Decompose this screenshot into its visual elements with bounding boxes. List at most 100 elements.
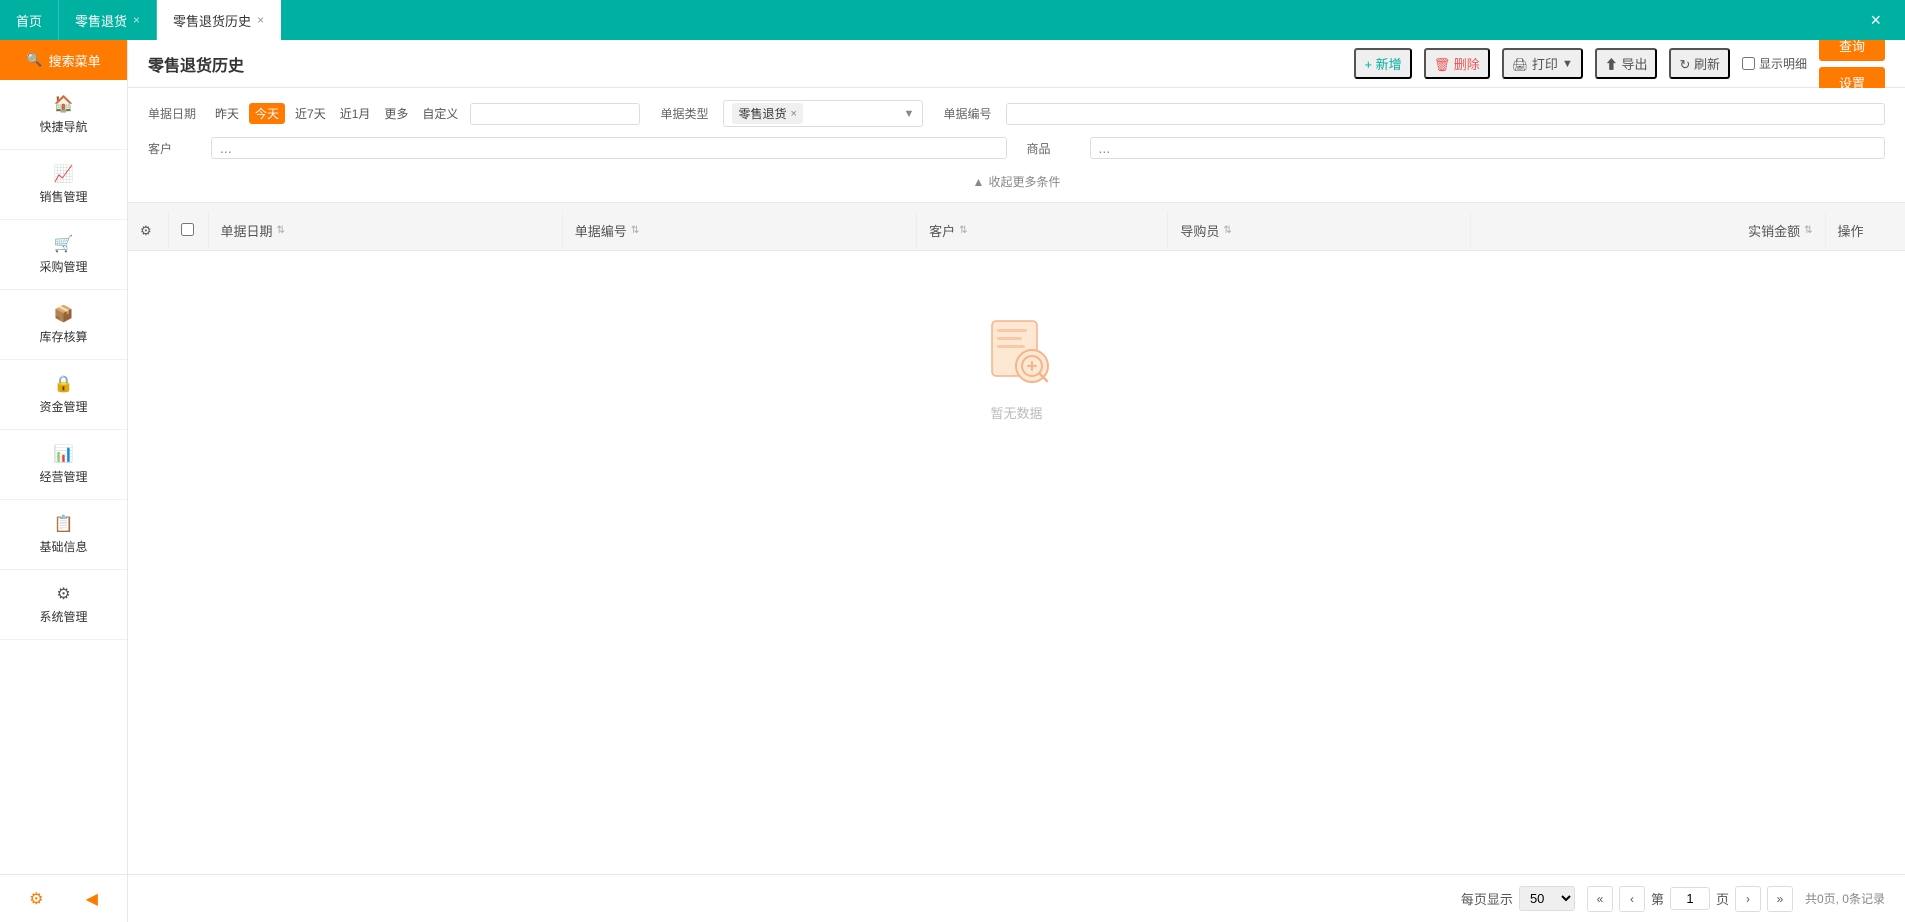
sidebar-item-inventory-label: 库存核算 [39,328,87,345]
product-filter-label: 商品 [1027,140,1082,157]
tab-retail-return-label: 零售退货 [75,11,127,30]
th-voucher-label: 单据编号 [575,221,627,240]
type-filter-dropdown-icon[interactable]: ▼ [904,108,915,120]
page-title: 零售退货历史 [148,52,244,76]
page-number-input[interactable] [1670,887,1710,910]
date-shortcut-custom[interactable]: 自定义 [418,103,462,124]
finance-icon: 🔒 [54,374,74,394]
empty-state: 暂无数据 [128,251,1905,482]
prev-page-button[interactable]: ‹ [1619,886,1645,912]
table-body: 暂无数据 [128,251,1905,483]
type-filter-container[interactable]: 零售退货 × ▼ [723,100,923,127]
th-amount-label: 实销金额 [1748,221,1800,240]
th-voucher-no[interactable]: 单据编号 ⇅ [562,211,916,251]
type-filter-tag-close[interactable]: × [790,108,796,120]
sidebar-item-purchase-mgmt-label: 采购管理 [39,258,87,275]
th-date-sort: 单据日期 ⇅ [221,221,550,240]
customer-filter-ellipsis: ... [220,140,232,156]
delete-button[interactable]: 🗑 删除 [1424,48,1490,79]
tab-retail-return[interactable]: 零售退货 × [59,0,157,40]
operation-icon: 📊 [54,444,74,464]
last-page-button[interactable]: » [1767,886,1793,912]
tab-retail-return-history-close[interactable]: × [257,13,264,27]
tab-retail-return-history[interactable]: 零售退货历史 × [157,0,281,40]
top-bar-right: × [1862,10,1905,31]
sidebar-item-operation-mgmt[interactable]: 📊 经营管理 [0,430,127,500]
date-shortcut-more[interactable]: 更多 [380,103,412,124]
sidebar-item-purchase-mgmt[interactable]: 🛒 采购管理 [0,220,127,290]
type-filter: 单据类型 零售退货 × ▼ [660,100,923,127]
sidebar-item-system-mgmt[interactable]: ⚙ 系统管理 [0,570,127,640]
top-bar: 首页 零售退货 × 零售退货历史 × × [0,0,1905,40]
type-filter-tag: 零售退货 × [732,103,802,124]
th-date[interactable]: 单据日期 ⇅ [208,211,562,251]
th-settings[interactable]: ⚙ [128,211,168,251]
th-customer-sort: 客户 ⇅ [929,221,1155,240]
filter-row-2: 客户 ... 商品 ... [148,137,1885,159]
settings-col-icon[interactable]: ⚙ [140,223,152,238]
voucher-no-input[interactable] [1006,103,1885,125]
sidebar-item-finance-mgmt-label: 资金管理 [39,398,87,415]
page-size-select[interactable]: 50 20 100 [1519,886,1575,911]
th-checkbox[interactable] [168,211,208,251]
th-guide[interactable]: 导购员 ⇅ [1168,211,1471,251]
collapse-sidebar-button[interactable]: ◀ [86,889,98,909]
sidebar: 🔍 搜索菜单 🏠 快捷导航 📈 销售管理 🛒 采购管理 📦 库存核算 🔒 [0,40,128,922]
th-amount[interactable]: 实销金额 ⇅ [1471,211,1825,251]
sidebar-search[interactable]: 🔍 搜索菜单 [0,40,127,80]
sales-icon: 📈 [54,164,74,184]
print-dropdown-icon[interactable]: ▼ [1562,58,1573,70]
query-button[interactable]: 查询 [1819,40,1885,61]
purchase-icon: 🛒 [54,234,74,254]
content-area: 零售退货历史 + 新增 🗑 删除 🖨 打印 ▼ ⬆ 导出 ↻ 刷新 [128,40,1905,922]
type-filter-tag-label: 零售退货 [738,105,786,122]
collapse-filter-button[interactable]: ▲ 收起更多条件 [148,169,1885,194]
tab-home[interactable]: 首页 [0,0,59,40]
refresh-button[interactable]: ↻ 刷新 [1669,48,1730,79]
pagination-nav: « ‹ 第 页 › » [1587,886,1793,912]
sidebar-item-inventory[interactable]: 📦 库存核算 [0,290,127,360]
sidebar-item-basic-info[interactable]: 📋 基础信息 [0,500,127,570]
sidebar-item-quick-nav[interactable]: 🏠 快捷导航 [0,80,127,150]
first-page-button[interactable]: « [1587,886,1613,912]
collapse-filter-label: 收起更多条件 [988,173,1060,190]
date-range-input[interactable]: 2023-06-02 至 2023-06-02 [470,103,640,125]
date-filter-label: 单据日期 [148,105,203,122]
page-unit: 页 [1716,889,1729,908]
tab-retail-return-history-label: 零售退货历史 [173,11,251,30]
date-shortcut-today[interactable]: 今天 [249,103,285,124]
date-shortcut-1month[interactable]: 近1月 [336,103,375,124]
date-shortcut-7days[interactable]: 近7天 [291,103,330,124]
date-sort-icon: ⇅ [277,225,285,236]
th-operations: 操作 [1825,211,1905,251]
print-button[interactable]: 🖨 打印 ▼ [1502,48,1583,79]
date-shortcut-yesterday[interactable]: 昨天 [211,103,243,124]
sidebar-item-system-mgmt-label: 系统管理 [39,608,87,625]
empty-state-cell: 暂无数据 [128,251,1905,483]
display-detail-toggle[interactable]: 显示明细 [1742,55,1807,72]
voucher-filter-label: 单据编号 [943,105,998,122]
th-guide-sort: 导购员 ⇅ [1180,221,1458,240]
date-filter: 单据日期 昨天 今天 近7天 近1月 更多 自定义 2023-06-02 至 2… [148,103,640,125]
tab-retail-return-close[interactable]: × [133,13,140,27]
sidebar-item-sales-mgmt[interactable]: 📈 销售管理 [0,150,127,220]
next-page-button[interactable]: › [1735,886,1761,912]
page-label: 第 [1651,889,1664,908]
new-button[interactable]: + 新增 [1354,48,1411,79]
product-filter: 商品 ... [1027,137,1886,159]
customer-filter-container[interactable]: ... [211,137,1007,159]
product-filter-ellipsis: ... [1099,140,1111,156]
select-all-checkbox[interactable] [181,223,194,236]
window-close-button[interactable]: × [1862,10,1889,31]
th-customer[interactable]: 客户 ⇅ [917,211,1168,251]
pagination-bar: 每页显示 50 20 100 « ‹ 第 页 › » 共0页, 0条记录 [128,874,1905,922]
th-amount-sort: 实销金额 ⇅ [1483,221,1812,240]
sidebar-item-finance-mgmt[interactable]: 🔒 资金管理 [0,360,127,430]
customer-sort-icon: ⇅ [959,225,967,236]
settings-bottom-button[interactable]: ⚙ [29,889,43,909]
product-filter-container[interactable]: ... [1090,137,1886,159]
export-button[interactable]: ⬆ 导出 [1595,48,1658,79]
th-voucher-sort: 单据编号 ⇅ [575,221,904,240]
display-detail-checkbox[interactable] [1742,57,1755,70]
filter-area: 单据日期 昨天 今天 近7天 近1月 更多 自定义 2023-06-02 至 2… [128,88,1905,203]
